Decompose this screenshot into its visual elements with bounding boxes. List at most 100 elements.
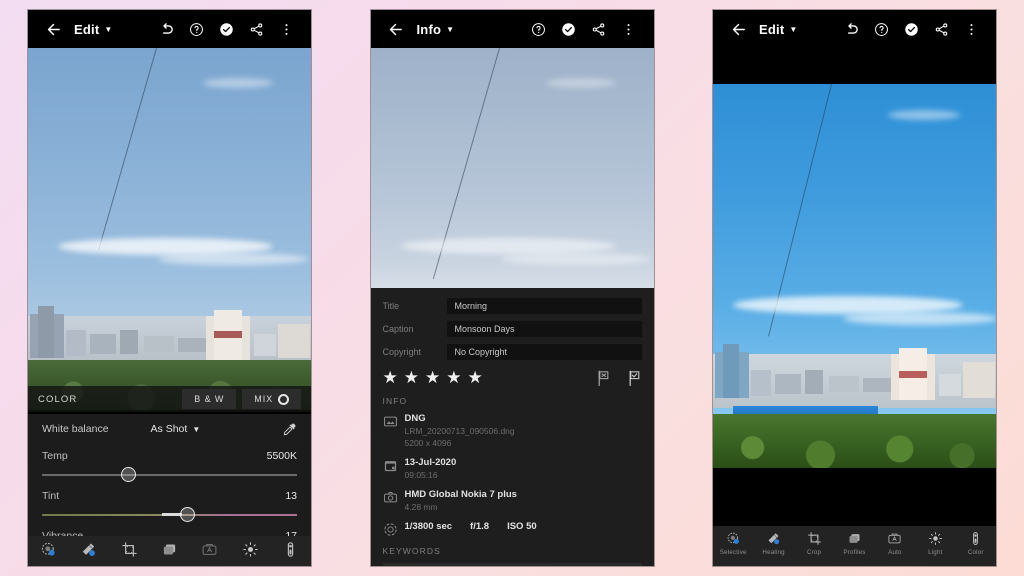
slider-header: Temp 5500K [42,450,297,462]
file-dimensions: 5200 x 4096 [404,438,452,448]
check-circle-icon[interactable] [554,22,584,37]
star-icon[interactable]: ★ [446,369,461,386]
eyedropper-icon[interactable] [282,422,297,437]
tool-crop[interactable] [110,541,148,558]
white-balance-row[interactable]: White balance As Shot ▼ [42,414,297,444]
tool-color[interactable] [272,541,310,558]
aperture-icon [383,521,405,537]
screen-title[interactable]: Edit [759,22,784,37]
slider-temp[interactable]: Temp 5500K [42,444,297,484]
slider-tint[interactable]: Tint 13 [42,484,297,524]
photo-canvas[interactable] [28,48,311,410]
building [899,371,927,378]
tool-label: Profiles [843,549,866,556]
title-input[interactable]: Morning [446,298,642,314]
check-circle-icon[interactable] [211,22,241,37]
chevron-down-icon[interactable]: ▼ [789,25,797,34]
chevron-down-icon[interactable]: ▼ [446,25,454,34]
share-icon[interactable] [584,22,614,37]
share-icon[interactable] [926,22,956,37]
tool-color[interactable]: Color [957,531,995,556]
building [144,336,174,352]
tool-label: Selective [719,549,747,556]
help-icon[interactable] [181,22,211,37]
color-mode-segmented: B & W MIX [182,389,301,409]
tool-selective[interactable] [29,541,67,558]
building [963,362,995,398]
tool-healing[interactable]: Healing [755,531,793,556]
star-icon[interactable]: ★ [404,369,419,386]
slider-track[interactable] [42,466,297,484]
field-label: Copyright [382,347,422,357]
field-caption[interactable]: Caption Monsoon Days [383,321,642,337]
bw-button[interactable]: B & W [182,389,237,409]
slider-thumb[interactable] [121,467,137,482]
help-icon[interactable] [866,22,896,37]
slider-value: 13 [285,490,297,502]
field-title[interactable]: Title Morning [383,298,642,314]
chevron-down-icon[interactable]: ▼ [192,425,200,434]
tool-light[interactable]: Light [916,531,954,556]
check-circle-icon[interactable] [896,22,926,37]
photo-canvas[interactable] [370,48,654,288]
flag-picked-icon[interactable] [627,370,642,386]
vegetation-texture [713,434,996,468]
phone-info: Info ▼ Title Morning Caption Monsoon Day… [370,10,654,566]
back-button[interactable] [381,21,411,38]
flag-rejected-icon[interactable] [596,370,611,386]
camera-model: HMD Global Nokia 7 plus [404,489,517,500]
overflow-menu-icon[interactable] [614,22,644,37]
star-icon[interactable]: ★ [425,369,440,386]
cloud-wisp [203,78,273,88]
caption-input[interactable]: Monsoon Days [446,321,642,337]
tool-crop[interactable]: Crop [795,531,833,556]
tool-light[interactable] [231,541,269,558]
star-icon[interactable]: ★ [383,369,398,386]
screen-title[interactable]: Info [417,22,442,37]
photo-canvas[interactable] [713,84,996,468]
undo-icon[interactable] [151,21,181,38]
help-icon[interactable] [524,22,554,37]
tool-profiles[interactable] [150,541,188,558]
slider-thumb[interactable] [179,507,195,522]
field-copyright[interactable]: Copyright No Copyright [383,344,642,360]
copyright-input[interactable]: No Copyright [446,344,642,360]
back-button[interactable] [723,21,753,38]
file-icon [383,413,405,429]
keywords-section-header: KEYWORDS [382,546,441,556]
info-row-camera[interactable]: HMD Global Nokia 7 plus 4.28 mm [383,489,642,512]
capture-date: 13-Jul-2020 [404,457,457,468]
building [38,306,54,358]
screen-title[interactable]: Edit [74,22,99,37]
cloud-wisp [158,253,308,265]
info-row-file[interactable]: DNG LRM_20200713_090506.dng 5200 x 4096 [383,413,642,448]
cloud-wisp [888,110,960,120]
top-app-bar: Info ▼ [370,10,654,48]
tool-auto[interactable] [191,541,229,558]
tool-profiles[interactable]: Profiles [835,531,873,556]
info-row-date[interactable]: 13-Jul-2020 09:05:16 [383,457,642,480]
tool-healing[interactable] [70,541,108,558]
building [723,344,739,398]
star-icon[interactable]: ★ [468,369,483,386]
back-button[interactable] [38,21,68,38]
info-section-header: INFO [382,396,408,406]
undo-icon[interactable] [836,21,866,38]
info-text: DNG LRM_20200713_090506.dng 5200 x 4096 [405,413,515,448]
file-format: DNG [404,413,426,424]
slider-track[interactable] [42,506,297,524]
building [90,334,116,354]
slider-header: Tint 13 [42,490,297,502]
share-icon[interactable] [241,22,271,37]
mix-button[interactable]: MIX [242,389,301,409]
chevron-down-icon[interactable]: ▼ [104,25,112,34]
star-rating[interactable]: ★ ★ ★ ★ ★ [383,369,483,386]
keywords-input[interactable]: Add comma for adding multiple keywords [382,563,642,566]
tool-auto[interactable]: Auto [876,531,914,556]
tool-selective[interactable]: Selective [714,531,752,556]
overflow-menu-icon[interactable] [271,22,301,37]
overflow-menu-icon[interactable] [956,22,986,37]
info-row-exposure[interactable]: 1/3800 sec f/1.8 ISO 50 [383,521,642,537]
field-label: Title [382,301,400,311]
white-balance-value[interactable]: As Shot [151,423,188,435]
